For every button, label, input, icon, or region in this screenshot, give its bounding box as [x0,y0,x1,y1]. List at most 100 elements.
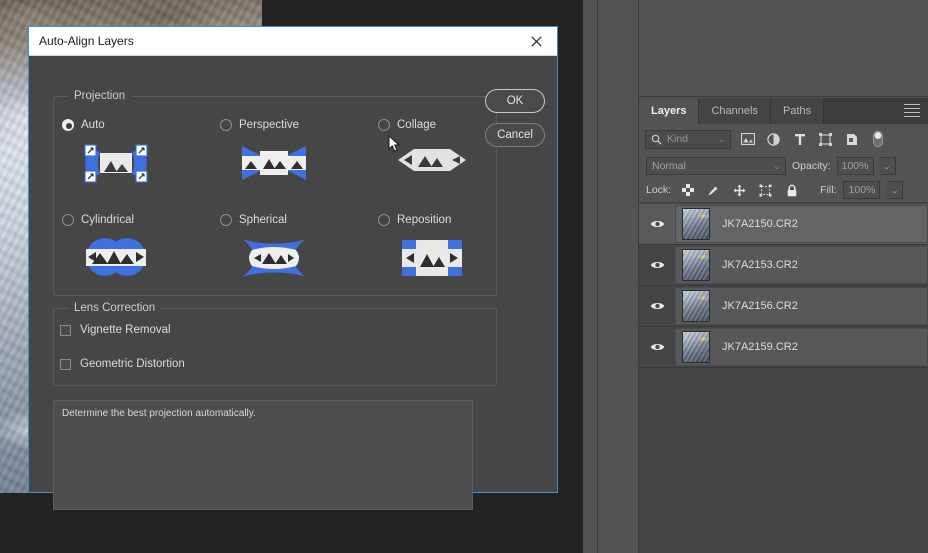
blend-mode-value: Normal [652,160,686,172]
radio-collage[interactable] [378,119,390,131]
tab-paths[interactable]: Paths [771,98,824,124]
panel-menu-icon[interactable] [904,104,920,117]
layers-list: JK7A2150.CR2 JK7A2153.CR2 [639,202,928,368]
dialog-titlebar[interactable]: Auto-Align Layers [29,27,557,56]
filter-kind-dropdown[interactable]: Kind ⌄ [645,130,731,149]
layer-thumbnail [682,290,710,322]
lock-label: Lock: [646,184,671,196]
eye-icon [650,260,665,270]
blend-mode-dropdown[interactable]: Normal ⌄ [646,157,786,175]
opacity-stepper[interactable]: ⌄ [880,157,896,175]
layer-row-body[interactable]: JK7A2156.CR2 [675,287,928,325]
type-filter-icon[interactable] [790,130,809,149]
geometric-distortion-option[interactable]: Geometric Distortion [60,358,185,370]
table-row[interactable]: JK7A2153.CR2 [639,245,928,286]
layer-visibility-toggle[interactable] [639,260,675,270]
blend-mode-row: Normal ⌄ Opacity: 100% ⌄ [639,154,928,178]
checkbox-geometric-distortion[interactable] [60,359,71,370]
cancel-button-label: Cancel [497,129,533,141]
lock-transparency-icon[interactable] [678,181,697,200]
dock-strip-middle [598,0,638,553]
table-row[interactable]: JK7A2159.CR2 [639,327,928,368]
layers-panel: Layers Channels Paths Kind ⌄ [639,98,928,553]
lock-image-icon[interactable] [704,181,723,200]
reposition-projection-icon [396,235,468,281]
checkbox-vignette-removal[interactable] [60,325,71,336]
projection-group: Projection Auto [53,96,497,296]
fill-stepper[interactable]: ⌄ [887,181,903,199]
filter-kind-label: Kind [667,133,688,145]
smart-object-filter-icon[interactable] [842,130,861,149]
tab-channels[interactable]: Channels [699,98,770,124]
tab-paths-label: Paths [783,105,811,117]
vignette-removal-option[interactable]: Vignette Removal [60,324,171,336]
spherical-projection-icon [238,235,310,281]
opacity-value: 100% [842,160,869,172]
filter-toggle-icon[interactable] [868,130,887,149]
radio-perspective[interactable] [220,119,232,131]
chevron-down-icon: ⌄ [773,162,780,171]
layer-name: JK7A2159.CR2 [722,341,798,353]
chevron-down-icon: ⌄ [892,186,899,195]
vignette-removal-label: Vignette Removal [80,324,171,336]
radio-spherical[interactable] [220,214,232,226]
layer-row-body[interactable]: JK7A2153.CR2 [675,246,928,284]
cylindrical-projection-icon [80,235,152,281]
layer-thumbnail [682,208,710,240]
layer-visibility-toggle[interactable] [639,219,675,229]
geometric-distortion-label: Geometric Distortion [80,358,185,370]
lock-position-icon[interactable] [730,181,749,200]
layer-name: JK7A2156.CR2 [722,300,798,312]
table-row[interactable]: JK7A2156.CR2 [639,286,928,327]
radio-reposition[interactable] [378,214,390,226]
shape-filter-icon[interactable] [816,130,835,149]
projection-option-auto[interactable]: Auto [62,119,152,186]
tab-layers[interactable]: Layers [639,98,699,124]
dock-upper-panel [639,0,928,97]
projection-option-cylindrical[interactable]: Cylindrical [62,214,152,281]
description-box: Determine the best projection automatica… [53,400,473,510]
image-filter-icon[interactable] [738,130,757,149]
layers-filter-row: Kind ⌄ [639,124,928,154]
opacity-input[interactable]: 100% [837,157,874,175]
lock-all-icon[interactable] [782,181,801,200]
chevron-down-icon: ⌄ [884,162,891,171]
layer-name: JK7A2153.CR2 [722,259,798,271]
cancel-button[interactable]: Cancel [485,123,545,147]
projection-group-title: Projection [68,90,131,102]
layer-row-body[interactable]: JK7A2159.CR2 [675,328,928,366]
layer-visibility-toggle[interactable] [639,301,675,311]
radio-collage-label: Collage [397,119,436,131]
lock-artboard-icon[interactable] [756,181,775,200]
eye-icon [650,342,665,352]
radio-cylindrical[interactable] [62,214,74,226]
chevron-down-icon: ⌄ [718,135,725,144]
layer-row-body[interactable]: JK7A2150.CR2 [675,205,928,243]
tab-layers-label: Layers [651,105,686,117]
fill-label: Fill: [820,184,836,196]
table-row[interactable]: JK7A2150.CR2 [639,204,928,245]
projection-option-perspective[interactable]: Perspective [220,119,310,186]
layers-panel-tabs: Layers Channels Paths [639,98,928,124]
fill-value: 100% [849,184,876,196]
ok-button[interactable]: OK [485,89,545,113]
projection-option-spherical[interactable]: Spherical [220,214,310,281]
lens-correction-group-title: Lens Correction [68,302,161,314]
layer-name: JK7A2150.CR2 [722,218,798,230]
adjustment-filter-icon[interactable] [764,130,783,149]
projection-option-reposition[interactable]: Reposition [378,214,468,281]
perspective-projection-icon [238,140,310,186]
radio-auto[interactable] [62,119,74,131]
layer-thumbnail [682,331,710,363]
fill-input[interactable]: 100% [843,181,880,199]
tab-channels-label: Channels [711,105,757,117]
auto-align-layers-dialog: Auto-Align Layers Projection Auto [28,26,558,493]
dialog-body: Projection Auto [29,56,557,492]
lock-row: Lock: [639,178,928,202]
lens-correction-group: Lens Correction Vignette Removal Geometr… [53,308,497,386]
layer-visibility-toggle[interactable] [639,342,675,352]
opacity-label: Opacity: [792,160,831,172]
close-icon[interactable] [525,30,547,52]
collage-projection-icon [396,140,468,186]
dialog-title: Auto-Align Layers [39,34,134,48]
